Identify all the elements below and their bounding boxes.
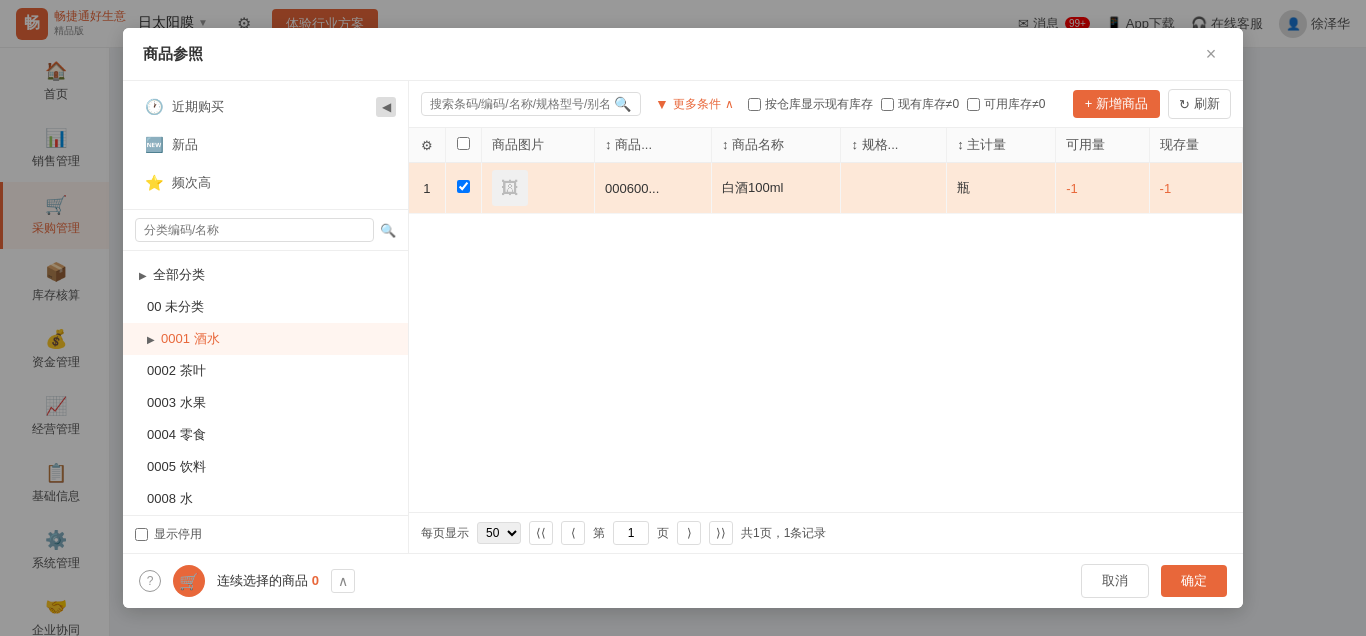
page-number-input[interactable]: [613, 521, 649, 545]
cat-tea[interactable]: 0002 茶叶: [123, 355, 408, 387]
cat-water[interactable]: 0008 水: [123, 483, 408, 515]
col-image: 商品图片: [481, 128, 595, 163]
category-search-icon[interactable]: 🔍: [380, 223, 396, 238]
col-stock: 现存量: [1149, 128, 1242, 163]
table-body: 1 🖼 000600... 白酒100ml: [409, 163, 1243, 214]
footer-collapse-btn[interactable]: ∧: [331, 569, 355, 593]
cancel-btn[interactable]: 取消: [1081, 564, 1149, 598]
modal-header: 商品参照 ×: [123, 28, 1243, 81]
sort-icon-name: ↕: [722, 137, 729, 152]
per-page-select[interactable]: 50: [477, 522, 521, 544]
col-available: 可用量: [1056, 128, 1149, 163]
quick-filters: 🕐 近期购买 ◀ 🆕 新品 ⭐ 频次高: [123, 81, 408, 210]
category-search-bar: 🔍: [123, 210, 408, 251]
col-code[interactable]: ↕ 商品...: [595, 128, 712, 163]
add-product-btn[interactable]: + 新增商品: [1073, 90, 1160, 118]
warehouse-stock-checkbox[interactable]: [748, 98, 761, 111]
row-stock: -1: [1149, 163, 1242, 214]
show-disabled-area: 显示停用: [123, 515, 408, 553]
row-unit: 瓶: [947, 163, 1056, 214]
recent-icon: 🕐: [145, 98, 164, 116]
help-icon-btn[interactable]: ?: [139, 570, 161, 592]
arrow-icon: ▶: [139, 270, 147, 281]
cart-icon-btn[interactable]: 🛒: [173, 565, 205, 597]
col-name[interactable]: ↕ 商品名称: [712, 128, 841, 163]
row-name: 白酒100ml: [712, 163, 841, 214]
col-spec[interactable]: ↕ 规格...: [841, 128, 947, 163]
sort-icon: ↕: [605, 137, 612, 152]
collapse-panel-btn[interactable]: ◀: [376, 97, 396, 117]
cat-fruit[interactable]: 0003 水果: [123, 387, 408, 419]
cat-drinks[interactable]: 0005 饮料: [123, 451, 408, 483]
table-row[interactable]: 1 🖼 000600... 白酒100ml: [409, 163, 1243, 214]
filter-collapse-icon: ∧: [725, 97, 734, 111]
show-disabled-label: 显示停用: [154, 526, 202, 543]
cat-uncategorized[interactable]: 00 未分类: [123, 291, 408, 323]
prev-page-btn[interactable]: ⟨: [561, 521, 585, 545]
row-select-checkbox[interactable]: [457, 180, 470, 193]
col-settings[interactable]: ⚙: [409, 128, 445, 163]
filter-icon: ▼: [655, 96, 669, 112]
modal-footer: ? 🛒 连续选择的商品 0 ∧ 取消 确定: [123, 553, 1243, 608]
quick-filter-recent[interactable]: 🕐 近期购买: [135, 91, 234, 123]
sort-icon-unit: ↕: [957, 137, 964, 152]
cat-snacks[interactable]: 0004 零食: [123, 419, 408, 451]
first-page-btn[interactable]: ⟨⟨: [529, 521, 553, 545]
row-seq: 1: [409, 163, 445, 214]
warehouse-stock-filter[interactable]: 按仓库显示现有库存: [748, 96, 873, 113]
cat-all[interactable]: ▶ 全部分类: [123, 259, 408, 291]
cat-wine[interactable]: ▶ 0001 酒水: [123, 323, 408, 355]
pagination-bar: 每页显示 50 ⟨⟨ ⟨ 第 页 ⟩ ⟩⟩ 共1页，1条记录: [409, 512, 1243, 553]
right-toolbar: 🔍 ▼ 更多条件 ∧ 按仓库显示现有库存 现有库存≠0: [409, 81, 1243, 128]
current-stock-checkbox[interactable]: [881, 98, 894, 111]
left-panel: 🕐 近期购买 ◀ 🆕 新品 ⭐ 频次高: [123, 81, 409, 553]
product-thumbnail: 🖼: [492, 170, 528, 206]
right-panel: 🔍 ▼ 更多条件 ∧ 按仓库显示现有库存 现有库存≠0: [409, 81, 1243, 553]
product-search-box: 🔍: [421, 92, 641, 116]
col-unit[interactable]: ↕ 主计量: [947, 128, 1056, 163]
product-reference-modal: 商品参照 × 🕐 近期购买 ◀ 🆕 新品: [123, 28, 1243, 608]
product-table: ⚙ 商品图片 ↕ 商品... ↕: [409, 128, 1243, 214]
row-spec: [841, 163, 947, 214]
total-info: 共1页，1条记录: [741, 525, 826, 542]
more-conditions-btn[interactable]: ▼ 更多条件 ∧: [649, 93, 740, 116]
quick-filter-frequent[interactable]: ⭐ 频次高: [135, 167, 396, 199]
selected-count-label: 连续选择的商品 0: [217, 572, 319, 590]
modal-title: 商品参照: [143, 45, 1199, 64]
sort-icon-spec: ↕: [851, 137, 858, 152]
modal-overlay: 商品参照 × 🕐 近期购买 ◀ 🆕 新品: [0, 0, 1366, 636]
selected-count-number: 0: [312, 573, 319, 588]
modal-body: 🕐 近期购买 ◀ 🆕 新品 ⭐ 频次高: [123, 81, 1243, 553]
row-image: 🖼: [481, 163, 595, 214]
row-available: -1: [1056, 163, 1149, 214]
refresh-icon: ↻: [1179, 97, 1190, 112]
last-page-btn[interactable]: ⟩⟩: [709, 521, 733, 545]
current-stock-filter[interactable]: 现有库存≠0: [881, 96, 959, 113]
next-page-btn[interactable]: ⟩: [677, 521, 701, 545]
product-search-input[interactable]: [430, 97, 610, 111]
show-disabled-checkbox[interactable]: [135, 528, 148, 541]
product-table-area: ⚙ 商品图片 ↕ 商品... ↕: [409, 128, 1243, 512]
new-icon: 🆕: [145, 136, 164, 154]
select-all-checkbox[interactable]: [457, 137, 470, 150]
product-search-icon[interactable]: 🔍: [614, 96, 631, 112]
arrow-icon-active: ▶: [147, 334, 155, 345]
category-tree: ▶ 全部分类 00 未分类 ▶ 0001 酒水 0002 茶叶 0003 水果: [123, 251, 408, 515]
row-code: 000600...: [595, 163, 712, 214]
col-checkbox[interactable]: [445, 128, 481, 163]
refresh-btn[interactable]: ↻ 刷新: [1168, 89, 1231, 119]
confirm-btn[interactable]: 确定: [1161, 565, 1227, 597]
row-checkbox[interactable]: [445, 163, 481, 214]
table-header: ⚙ 商品图片 ↕ 商品... ↕: [409, 128, 1243, 163]
available-stock-filter[interactable]: 可用库存≠0: [967, 96, 1045, 113]
modal-close-button[interactable]: ×: [1199, 42, 1223, 66]
available-stock-checkbox[interactable]: [967, 98, 980, 111]
frequent-icon: ⭐: [145, 174, 164, 192]
quick-filter-new[interactable]: 🆕 新品: [135, 129, 396, 161]
category-search-input[interactable]: [135, 218, 374, 242]
